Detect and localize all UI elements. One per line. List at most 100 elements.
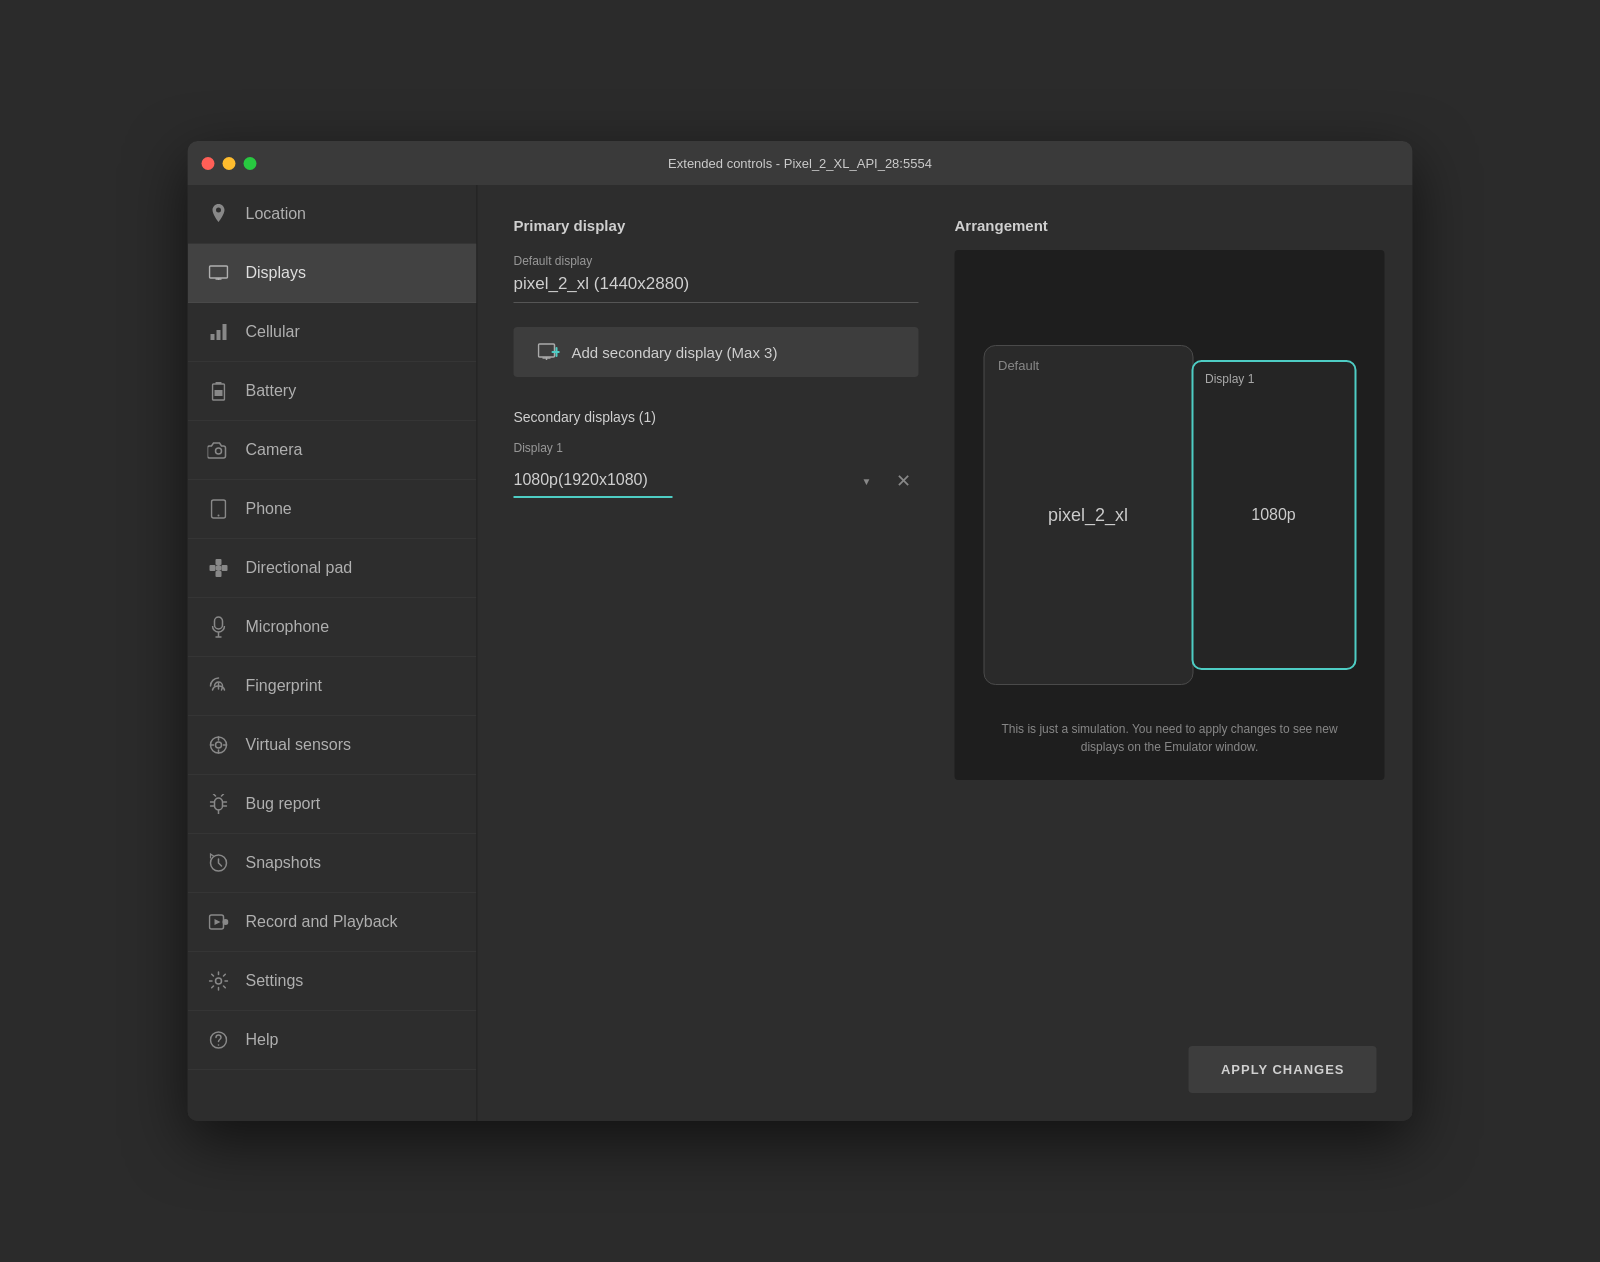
sidebar-label-bug-report: Bug report	[246, 795, 321, 813]
svg-rect-12	[216, 571, 222, 577]
settings-icon	[208, 970, 230, 992]
sidebar-item-camera[interactable]: Camera	[188, 421, 477, 480]
phone-default: Default pixel_2_xl	[983, 345, 1193, 685]
sidebar-label-directional-pad: Directional pad	[246, 559, 353, 577]
sidebar-item-fingerprint[interactable]: Fingerprint	[188, 657, 477, 716]
arrangement-panel: Arrangement Default pixel_2_xl Display 1…	[955, 217, 1385, 780]
arrangement-title: Arrangement	[955, 217, 1385, 234]
display1-select[interactable]: 720p(1280x720) 1080p(1920x1080) 4K(3840x…	[514, 463, 673, 498]
sidebar-label-help: Help	[246, 1031, 279, 1049]
svg-marker-5	[223, 324, 227, 340]
snapshots-icon	[208, 852, 230, 874]
phone-secondary: Display 1 1080p	[1191, 360, 1356, 670]
svg-marker-4	[217, 330, 221, 340]
maximize-button[interactable]	[244, 157, 257, 170]
primary-display-title: Primary display	[514, 217, 919, 234]
svg-rect-14	[222, 565, 228, 571]
window-title: Extended controls - Pixel_2_XL_API_28:55…	[668, 156, 932, 171]
svg-rect-0	[210, 266, 228, 278]
svg-rect-13	[210, 565, 216, 571]
sidebar-label-snapshots: Snapshots	[246, 854, 322, 872]
svg-point-15	[216, 565, 222, 571]
arrangement-note: This is just a simulation. You need to a…	[990, 720, 1350, 756]
sidebar-label-displays: Displays	[246, 264, 306, 282]
sidebar-item-phone[interactable]: Phone	[188, 480, 477, 539]
minimize-button[interactable]	[223, 157, 236, 170]
sidebar-label-cellular: Cellular	[246, 323, 300, 341]
sidebar-label-virtual-sensors: Virtual sensors	[246, 736, 352, 754]
display-layout: Primary display Default display pixel_2_…	[514, 217, 1377, 780]
sidebar-item-record-playback[interactable]: Record and Playback	[188, 893, 477, 952]
phone-default-name: pixel_2_xl	[1048, 505, 1128, 526]
sidebar-item-microphone[interactable]: Microphone	[188, 598, 477, 657]
svg-point-28	[218, 1044, 220, 1046]
sidebar-item-bug-report[interactable]: Bug report	[188, 775, 477, 834]
record-icon	[208, 911, 230, 933]
dpad-icon	[208, 557, 230, 579]
sidebar-item-help[interactable]: Help	[188, 1011, 477, 1070]
display-config: Primary display Default display pixel_2_…	[514, 217, 919, 780]
location-icon	[208, 203, 230, 225]
camera-icon	[208, 439, 230, 461]
phone-secondary-label: Display 1	[1205, 372, 1254, 386]
close-button[interactable]	[202, 157, 215, 170]
sidebar: Location Displays	[188, 185, 478, 1121]
titlebar: Extended controls - Pixel_2_XL_API_28:55…	[188, 141, 1413, 185]
displays-icon	[208, 262, 230, 284]
svg-point-26	[216, 978, 222, 984]
extended-controls-window: Extended controls - Pixel_2_XL_API_28:55…	[188, 141, 1413, 1121]
svg-rect-11	[216, 559, 222, 565]
secondary-displays-title: Secondary displays (1)	[514, 409, 919, 425]
display1-select-row: 720p(1280x720) 1080p(1920x1080) 4K(3840x…	[514, 463, 919, 498]
arrangement-canvas: Default pixel_2_xl Display 1 1080p This …	[955, 250, 1385, 780]
svg-point-25	[223, 919, 229, 925]
add-secondary-display-label: Add secondary display (Max 3)	[572, 344, 778, 361]
display1-label: Display 1	[514, 441, 919, 455]
default-display-label: Default display	[514, 254, 919, 268]
cellular-icon	[208, 321, 230, 343]
sidebar-item-settings[interactable]: Settings	[188, 952, 477, 1011]
svg-rect-29	[539, 344, 555, 357]
microphone-icon	[208, 616, 230, 638]
sidebar-item-cellular[interactable]: Cellular	[188, 303, 477, 362]
phone-secondary-name: 1080p	[1251, 506, 1296, 524]
arrangement-phones: Default pixel_2_xl Display 1 1080p	[983, 345, 1356, 685]
svg-marker-24	[215, 919, 221, 925]
help-icon	[208, 1029, 230, 1051]
right-panel: Primary display Default display pixel_2_…	[478, 185, 1413, 1121]
remove-display1-button[interactable]: ✕	[888, 466, 919, 496]
sidebar-item-displays[interactable]: Displays	[188, 244, 477, 303]
svg-point-20	[216, 742, 222, 748]
svg-point-10	[218, 515, 220, 517]
svg-rect-8	[215, 390, 223, 396]
phone-default-label: Default	[998, 358, 1039, 373]
display1-select-wrapper: 720p(1280x720) 1080p(1920x1080) 4K(3840x…	[514, 463, 876, 498]
main-content: Location Displays	[188, 185, 1413, 1121]
bug-icon	[208, 793, 230, 815]
apply-changes-button[interactable]: APPLY CHANGES	[1189, 1046, 1377, 1093]
sidebar-item-location[interactable]: Location	[188, 185, 477, 244]
svg-marker-3	[211, 334, 215, 340]
add-display-icon	[538, 343, 560, 361]
sidebar-item-battery[interactable]: Battery	[188, 362, 477, 421]
sidebar-item-snapshots[interactable]: Snapshots	[188, 834, 477, 893]
sidebar-label-battery: Battery	[246, 382, 297, 400]
virtual-sensors-icon	[208, 734, 230, 756]
add-secondary-display-button[interactable]: Add secondary display (Max 3)	[514, 327, 919, 377]
svg-rect-7	[216, 382, 222, 384]
svg-rect-16	[215, 617, 223, 629]
sidebar-label-microphone: Microphone	[246, 618, 330, 636]
apply-btn-area: APPLY CHANGES	[1189, 1046, 1377, 1093]
sidebar-label-fingerprint: Fingerprint	[246, 677, 322, 695]
window-controls	[202, 157, 257, 170]
sidebar-item-directional-pad[interactable]: Directional pad	[188, 539, 477, 598]
sidebar-label-location: Location	[246, 205, 307, 223]
default-display-value: pixel_2_xl (1440x2880)	[514, 274, 919, 303]
sidebar-label-settings: Settings	[246, 972, 304, 990]
sidebar-item-virtual-sensors[interactable]: Virtual sensors	[188, 716, 477, 775]
sidebar-label-camera: Camera	[246, 441, 303, 459]
sidebar-label-phone: Phone	[246, 500, 292, 518]
battery-icon	[208, 380, 230, 402]
sidebar-label-record-playback: Record and Playback	[246, 913, 398, 931]
svg-point-9	[216, 448, 222, 454]
